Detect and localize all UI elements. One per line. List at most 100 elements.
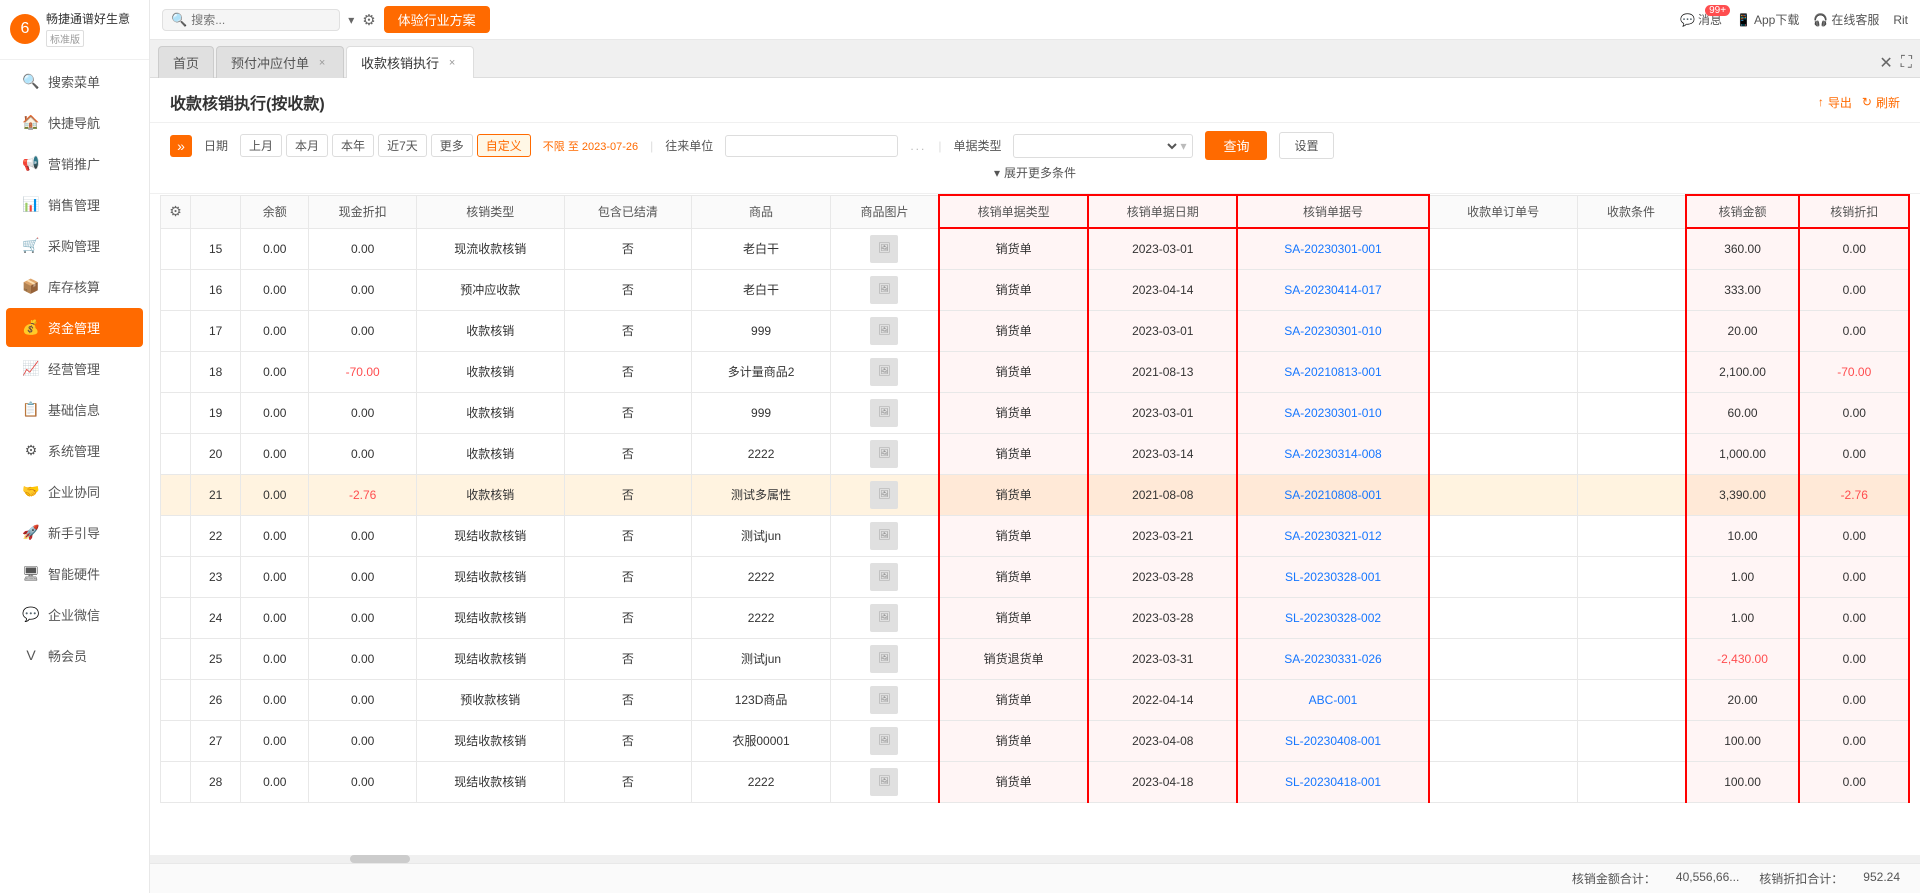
bill-report-no-link[interactable]: SA-20230314-008 xyxy=(1284,447,1381,461)
scrollbar-thumb[interactable] xyxy=(350,855,410,863)
sidebar-item-purchase[interactable]: 🛒 采购管理 xyxy=(6,226,143,265)
date-7days-btn[interactable]: 近7天 xyxy=(378,134,427,157)
maximize-icon[interactable]: ⛶ xyxy=(1901,54,1912,72)
bill-report-no-link[interactable]: SA-20210808-001 xyxy=(1284,488,1381,502)
bill-report-no-link[interactable]: SA-20230301-010 xyxy=(1284,324,1381,338)
date-custom-btn[interactable]: 自定义 xyxy=(477,134,531,157)
product-image-cell: 🖼 xyxy=(830,761,939,802)
counterparty-input[interactable] xyxy=(725,135,898,157)
bill-report-no-cell[interactable]: SA-20230321-012 xyxy=(1237,515,1428,556)
bill-report-no-cell[interactable]: SL-20230418-001 xyxy=(1237,761,1428,802)
filter-toggle-button[interactable]: » xyxy=(170,135,192,157)
bill-report-no-link[interactable]: SL-20230408-001 xyxy=(1285,734,1381,748)
bill-report-no-cell[interactable]: SA-20230414-017 xyxy=(1237,269,1428,310)
bill-report-no-cell[interactable]: SA-20210813-001 xyxy=(1237,351,1428,392)
bill-report-no-link[interactable]: ABC-001 xyxy=(1309,693,1358,707)
sidebar-item-label: 系统管理 xyxy=(48,441,100,460)
bill-report-no-cell[interactable]: SA-20210808-001 xyxy=(1237,474,1428,515)
sidebar-item-system[interactable]: ⚙ 系统管理 xyxy=(6,431,143,470)
sidebar-item-label: 畅会员 xyxy=(48,646,87,665)
bill-report-type-cell: 销货退货单 xyxy=(939,638,1088,679)
message-button[interactable]: 💬 消息 99+ xyxy=(1680,11,1722,28)
solution-button[interactable]: 体验行业方案 xyxy=(384,6,490,33)
bill-report-no-cell[interactable]: ABC-001 xyxy=(1237,679,1428,720)
cash-discount-cell: 0.00 xyxy=(309,556,417,597)
sidebar-item-quicknav[interactable]: 🏠 快捷导航 xyxy=(6,103,143,142)
sidebar-item-inventory[interactable]: 📦 库存核算 xyxy=(6,267,143,306)
date-this-month-btn[interactable]: 本月 xyxy=(286,134,328,157)
sidebar-item-member[interactable]: V 畅会员 xyxy=(6,636,143,675)
topbar-search-box[interactable]: 🔍 xyxy=(162,9,340,31)
bill-report-no-link[interactable]: SA-20230331-026 xyxy=(1284,652,1381,666)
bill-report-no-cell[interactable]: SA-20230301-010 xyxy=(1237,392,1428,433)
product-image-cell: 🖼 xyxy=(830,269,939,310)
cash-discount-cell: 0.00 xyxy=(309,433,417,474)
export-button[interactable]: ↑ 导出 xyxy=(1818,94,1852,111)
bill-report-no-link[interactable]: SA-20230301-010 xyxy=(1284,406,1381,420)
sidebar-item-search[interactable]: 🔍 搜索菜单 xyxy=(6,62,143,101)
close-window-icon[interactable]: ✕ xyxy=(1879,53,1892,73)
settings-button[interactable]: 设置 xyxy=(1279,132,1333,159)
sidebar-item-funds[interactable]: 💰 资金管理 xyxy=(6,308,143,347)
bill-report-no-cell[interactable]: SA-20230314-008 xyxy=(1237,433,1428,474)
sidebar-item-marketing[interactable]: 📢 营销推广 xyxy=(6,144,143,183)
tab-home[interactable]: 首页 xyxy=(158,46,214,78)
horizontal-scrollbar[interactable] xyxy=(150,855,1920,863)
bill-report-no-cell[interactable]: SL-20230328-002 xyxy=(1237,597,1428,638)
bill-report-no-link[interactable]: SL-20230328-001 xyxy=(1285,570,1381,584)
search-input[interactable] xyxy=(191,13,331,27)
sidebar-item-hardware[interactable]: 🖥 智能硬件 xyxy=(6,554,143,593)
user-name[interactable]: Rit xyxy=(1893,13,1908,27)
bill-report-no-cell[interactable]: SL-20230328-001 xyxy=(1237,556,1428,597)
bill-report-no-link[interactable]: SA-20230301-001 xyxy=(1284,242,1381,256)
table-row: 24 0.00 0.00 现结收款核销 否 2222 🖼 销货单 2023-03… xyxy=(161,597,1910,638)
topbar-chevron-icon[interactable]: ▾ xyxy=(348,13,354,27)
bill-report-no-link[interactable]: SA-20230414-017 xyxy=(1284,283,1381,297)
table-row: 16 0.00 0.00 预冲应收款 否 老白干 🖼 销货单 2023-04-1… xyxy=(161,269,1910,310)
collection-order-no-cell xyxy=(1429,515,1577,556)
sidebar-item-wechat[interactable]: 💬 企业微信 xyxy=(6,595,143,634)
tabbar: 首页 预付冲应付单 × 收款核销执行 × ✕ ⛶ xyxy=(150,40,1920,78)
collection-order-no-cell xyxy=(1429,679,1577,720)
bill-type-dropdown[interactable] xyxy=(1014,135,1180,157)
bill-report-no-link[interactable]: SA-20210813-001 xyxy=(1284,365,1381,379)
product-cell: 衣服00001 xyxy=(692,720,831,761)
app-download-button[interactable]: 📱 App下载 xyxy=(1736,11,1799,28)
bill-report-type-cell: 销货单 xyxy=(939,433,1088,474)
seq-cell: 27 xyxy=(191,720,241,761)
tab-close-icon[interactable]: × xyxy=(445,56,459,70)
date-this-year-btn[interactable]: 本年 xyxy=(332,134,374,157)
bill-report-type-cell: 销货单 xyxy=(939,392,1088,433)
bill-report-no-cell[interactable]: SA-20230301-001 xyxy=(1237,228,1428,269)
product-cell: 测试jun xyxy=(692,515,831,556)
write-off-amount-cell: 2,100.00 xyxy=(1686,351,1800,392)
bill-type-select[interactable]: ▾ xyxy=(1013,134,1193,158)
cash-discount-cell: 0.00 xyxy=(309,638,417,679)
sidebar-item-sales[interactable]: 📊 销售管理 xyxy=(6,185,143,224)
sidebar-item-guide[interactable]: 🚀 新手引导 xyxy=(6,513,143,552)
tab-close-icon[interactable]: × xyxy=(315,56,329,70)
sidebar-item-basics[interactable]: 📋 基础信息 xyxy=(6,390,143,429)
table-settings-icon[interactable]: ⚙ xyxy=(169,203,182,219)
refresh-button[interactable]: ↻ 刷新 xyxy=(1862,94,1900,111)
tab-prepay[interactable]: 预付冲应付单 × xyxy=(216,46,344,78)
collection-order-no-cell xyxy=(1429,720,1577,761)
bill-report-no-link[interactable]: SL-20230418-001 xyxy=(1285,775,1381,789)
sidebar-item-enterprise[interactable]: 🤝 企业协同 xyxy=(6,472,143,511)
bill-report-no-link[interactable]: SL-20230328-002 xyxy=(1285,611,1381,625)
expand-conditions[interactable]: ▾ 展开更多条件 xyxy=(170,160,1900,185)
bill-report-no-cell[interactable]: SA-20230301-010 xyxy=(1237,310,1428,351)
query-button[interactable]: 查询 xyxy=(1205,131,1267,160)
bill-report-no-cell[interactable]: SL-20230408-001 xyxy=(1237,720,1428,761)
gear-cell xyxy=(161,638,191,679)
date-more-btn[interactable]: 更多 xyxy=(431,134,473,157)
online-service-button[interactable]: 🎧 在线客服 xyxy=(1813,11,1879,28)
tab-collection[interactable]: 收款核销执行 × xyxy=(346,46,474,78)
topbar-gear-icon[interactable]: ⚙ xyxy=(362,11,375,29)
gear-column-header[interactable]: ⚙ xyxy=(161,195,191,228)
funds-icon: 💰 xyxy=(22,318,40,336)
sidebar-item-operations[interactable]: 📈 经营管理 xyxy=(6,349,143,388)
bill-report-no-link[interactable]: SA-20230321-012 xyxy=(1284,529,1381,543)
date-last-month-btn[interactable]: 上月 xyxy=(240,134,282,157)
bill-report-no-cell[interactable]: SA-20230331-026 xyxy=(1237,638,1428,679)
